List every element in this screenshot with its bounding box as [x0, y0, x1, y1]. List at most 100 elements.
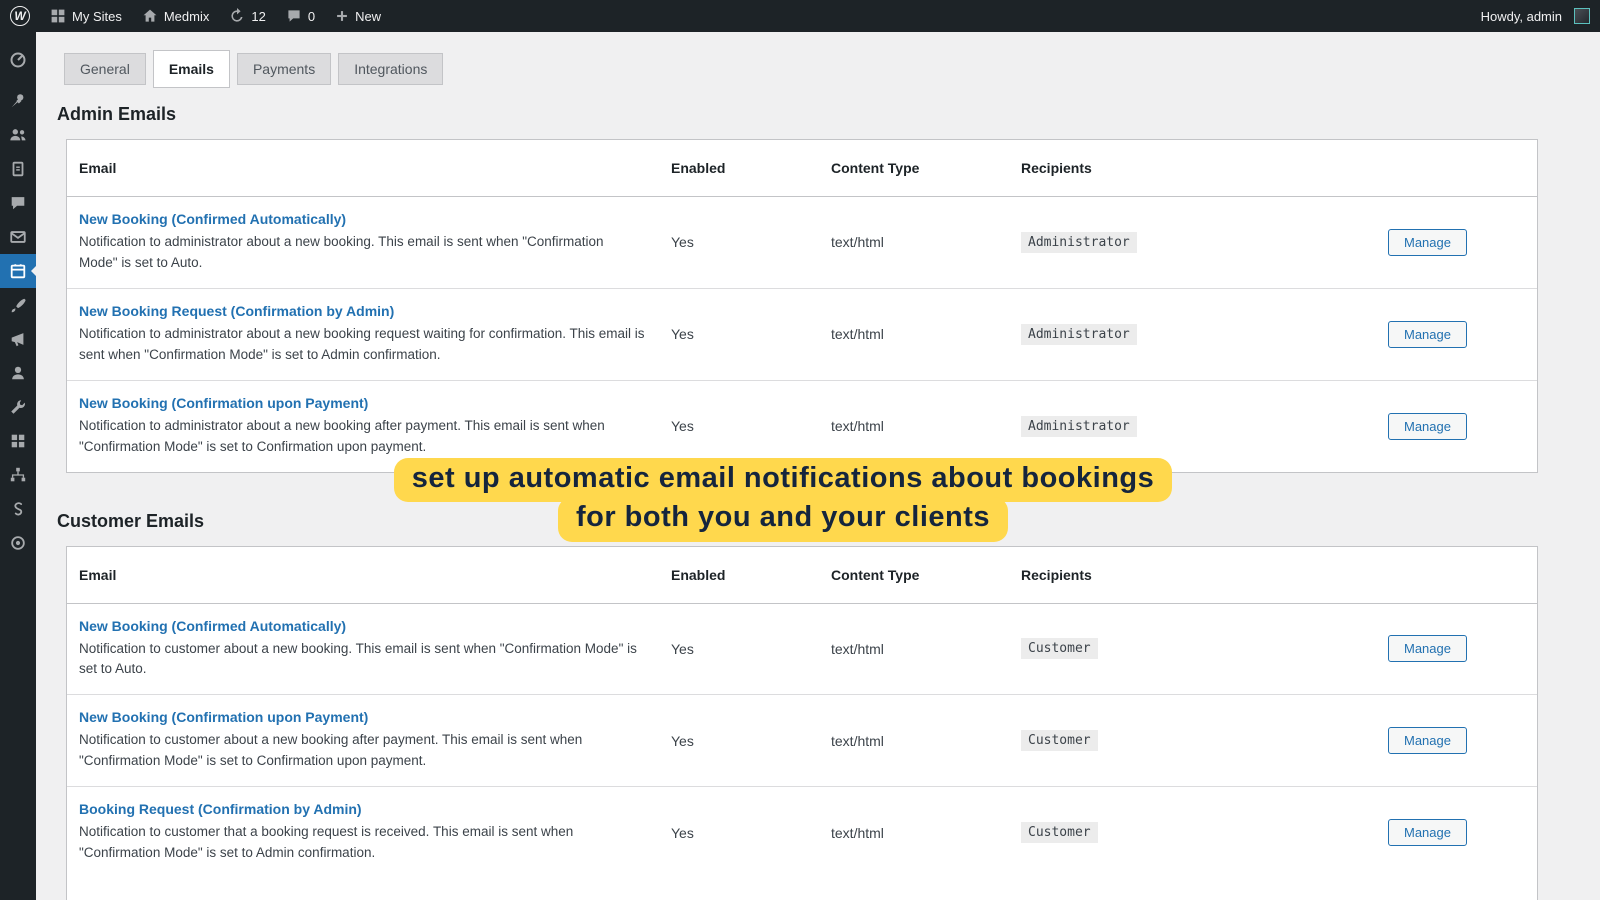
col-content-type: Content Type: [831, 566, 920, 583]
content-type-value: text/html: [831, 418, 884, 435]
email-title-link[interactable]: New Booking (Confirmation upon Payment): [79, 709, 368, 725]
enabled-value: Yes: [671, 326, 694, 343]
table-row: New Booking (Confirmation upon Payment) …: [67, 381, 1537, 472]
recipients-badge: Customer: [1021, 638, 1098, 660]
admin-emails-heading: Admin Emails: [57, 104, 177, 124]
email-title-link[interactable]: Booking Request (Confirmation by Admin): [79, 801, 362, 817]
tab-payments[interactable]: Payments: [236, 53, 332, 85]
content-type-value: text/html: [831, 234, 884, 251]
manage-button[interactable]: Manage: [1388, 727, 1467, 755]
manage-button[interactable]: Manage: [1388, 412, 1467, 440]
dashboard-icon: [8, 49, 28, 69]
enabled-value: Yes: [671, 418, 694, 435]
my-sites-menu[interactable]: My Sites: [40, 0, 132, 32]
sidebar-item-dashboard[interactable]: [0, 42, 36, 76]
wordpress-logo-icon: W: [10, 6, 30, 26]
content-type-value: text/html: [831, 326, 884, 343]
content-type-value: text/html: [831, 640, 884, 657]
enabled-value: Yes: [671, 234, 694, 251]
customer-emails-table: Email Enabled Content Type Recipients Ne…: [66, 545, 1538, 900]
email-title-link[interactable]: New Booking (Confirmed Automatically): [79, 211, 346, 227]
col-enabled: Enabled: [671, 566, 726, 583]
page-icon: [9, 160, 27, 178]
sidebar-item-network[interactable]: [0, 458, 36, 492]
manage-button[interactable]: Manage: [1388, 635, 1467, 663]
col-enabled: Enabled: [671, 160, 726, 176]
account-menu[interactable]: Howdy, admin: [1471, 0, 1600, 32]
email-description: Notification to customer about a new boo…: [79, 732, 583, 769]
recipients-badge: Customer: [1021, 730, 1098, 752]
sidebar-item-users-group[interactable]: [0, 118, 36, 152]
email-description: Notification to administrator about a ne…: [79, 417, 605, 454]
pin-icon: [9, 92, 27, 110]
sidebar-item-mail[interactable]: [0, 220, 36, 254]
col-email: Email: [79, 566, 117, 583]
comment-icon: [9, 194, 27, 212]
manage-button[interactable]: Manage: [1388, 819, 1467, 847]
my-sites-grid-icon: [50, 8, 66, 24]
sidebar-item-comments[interactable]: [0, 186, 36, 220]
admin-bar: W My Sites Medmix 12 0 New Howdy, admin: [0, 0, 1600, 32]
sidebar-item-integrations[interactable]: [0, 492, 36, 526]
email-title-link[interactable]: New Booking Request (Confirmation by Adm…: [79, 303, 394, 319]
updates-count: 12: [251, 8, 266, 24]
avatar: [1574, 8, 1590, 24]
megaphone-icon: [9, 330, 27, 348]
sidebar-item-posts[interactable]: [0, 84, 36, 118]
network-icon: [9, 466, 27, 484]
col-content-type: Content Type: [831, 160, 920, 176]
enabled-value: Yes: [671, 824, 694, 841]
users-icon: [9, 126, 27, 144]
manage-button[interactable]: Manage: [1388, 320, 1467, 348]
wordpress-menu[interactable]: W: [0, 0, 40, 32]
sidebar-item-calendar-active[interactable]: [0, 254, 36, 288]
grid-icon: [9, 432, 27, 450]
email-description: Notification to customer about a new boo…: [79, 640, 637, 677]
col-recipients: Recipients: [1021, 160, 1092, 176]
sidebar-item-tools[interactable]: [0, 390, 36, 424]
howdy-label: Howdy, admin: [1480, 8, 1562, 24]
sidebar-item-marketing[interactable]: [0, 322, 36, 356]
site-menu[interactable]: Medmix: [132, 0, 220, 32]
comments-count: 0: [307, 8, 316, 24]
email-description: Notification to administrator about a ne…: [79, 325, 645, 362]
table-row: New Booking (Confirmation upon Payment) …: [67, 695, 1537, 788]
sidebar-item-pages[interactable]: [0, 152, 36, 186]
content-type-value: text/html: [831, 732, 884, 749]
email-title-link[interactable]: New Booking (Confirmed Automatically): [79, 618, 346, 634]
recipients-badge: Administrator: [1021, 231, 1137, 253]
target-icon: [9, 534, 27, 552]
tab-integrations[interactable]: Integrations: [338, 53, 444, 85]
tab-general[interactable]: General: [64, 53, 146, 85]
manage-button[interactable]: Manage: [1388, 228, 1467, 256]
new-content-menu[interactable]: New: [325, 0, 391, 32]
table-header: Email Enabled Content Type Recipients: [67, 547, 1537, 604]
plus-icon: [335, 9, 349, 23]
email-title-link[interactable]: New Booking (Confirmation upon Payment): [79, 395, 368, 411]
admin-emails-table: Email Enabled Content Type Recipients Ne…: [66, 139, 1538, 473]
envelope-icon: [9, 228, 27, 246]
comments-bubble-icon: [286, 8, 302, 24]
home-icon: [142, 8, 158, 24]
wrench-icon: [9, 398, 27, 416]
tab-emails[interactable]: Emails: [152, 50, 230, 88]
recipients-badge: Administrator: [1021, 415, 1137, 437]
col-email: Email: [79, 160, 117, 176]
main-content: General Emails Payments Integrations Adm…: [36, 32, 1600, 900]
recipients-badge: Customer: [1021, 822, 1098, 844]
table-row: New Booking Request (Confirmation by Adm…: [67, 289, 1537, 381]
table-row: New Booking (Confirmed Automatically) No…: [67, 197, 1537, 289]
comments-menu[interactable]: 0: [276, 0, 325, 32]
sidebar-item-appearance[interactable]: [0, 288, 36, 322]
enabled-value: Yes: [671, 640, 694, 657]
sidebar-item-profile[interactable]: [0, 356, 36, 390]
sidebar-item-status[interactable]: [0, 526, 36, 560]
admin-sidebar: [0, 32, 36, 900]
sidebar-item-modules[interactable]: [0, 424, 36, 458]
email-description: Notification to customer that a booking …: [79, 824, 574, 861]
calendar-icon: [9, 262, 27, 280]
updates-menu[interactable]: 12: [219, 0, 275, 32]
user-icon: [9, 364, 27, 382]
my-sites-label: My Sites: [72, 8, 122, 24]
site-name-label: Medmix: [163, 8, 210, 24]
